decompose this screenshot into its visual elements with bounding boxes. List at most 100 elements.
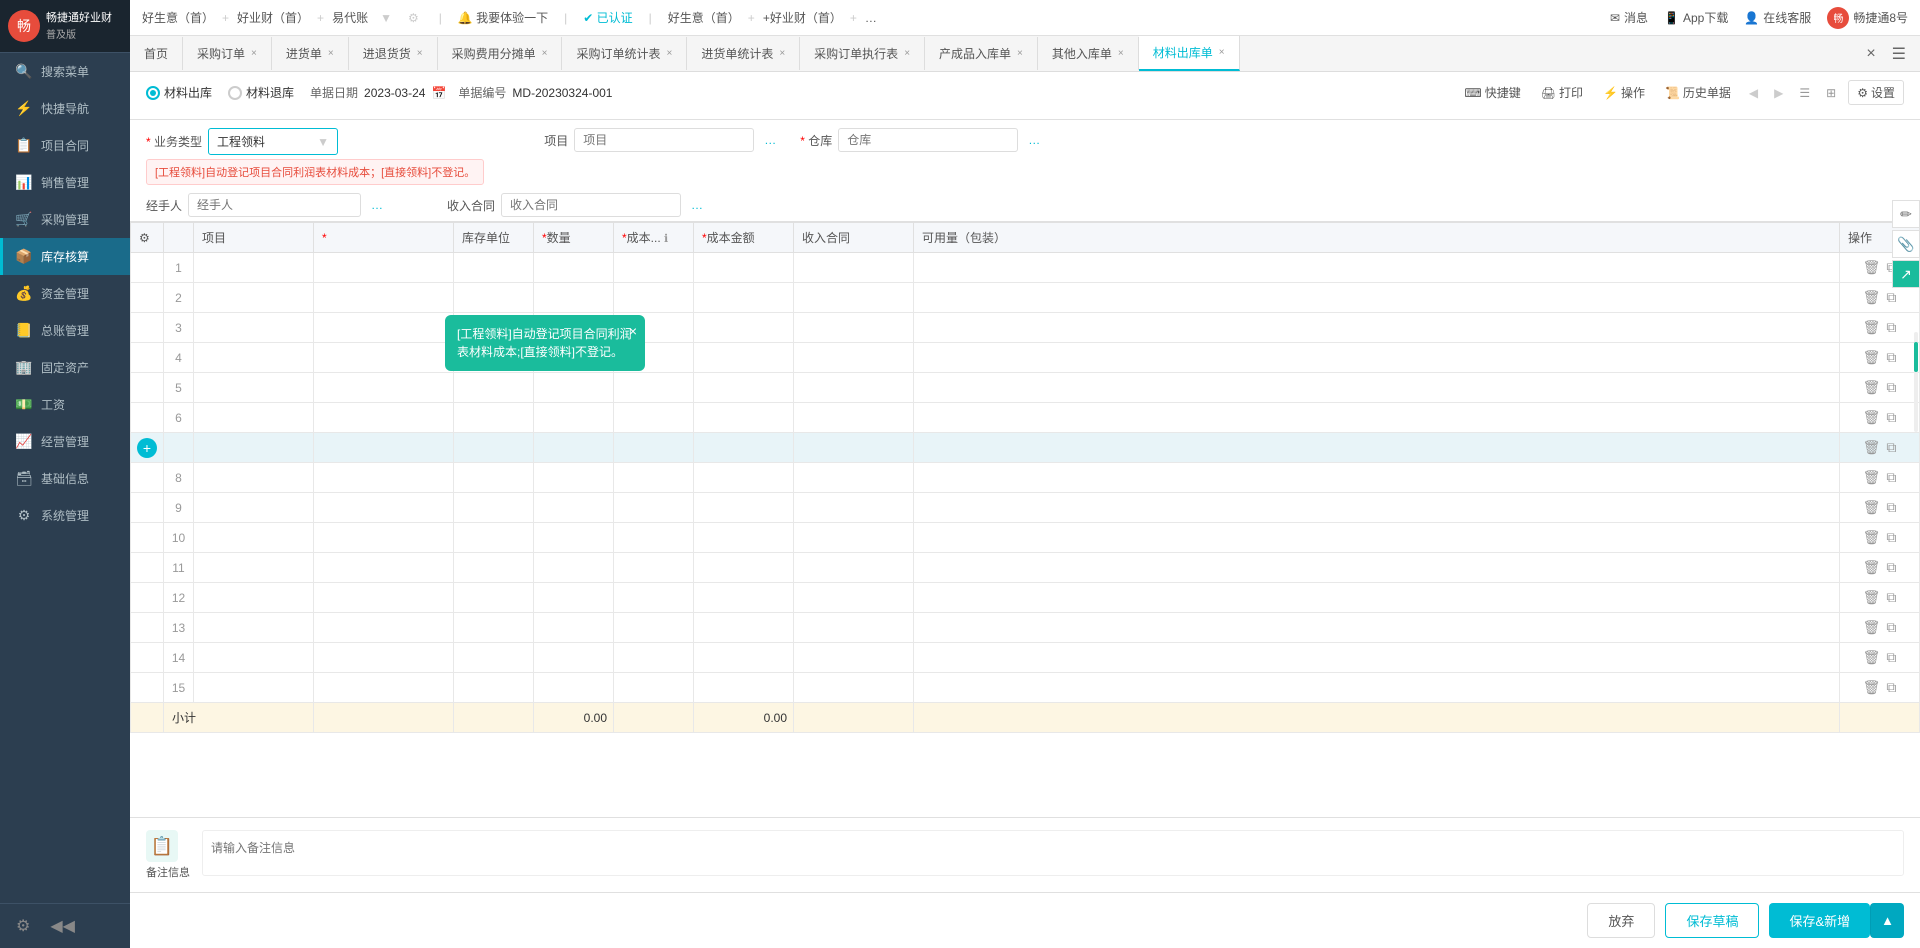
tab-stock-return[interactable]: 进退货货 × [349, 37, 438, 70]
copy-icon-9[interactable]: ⧉ [1886, 499, 1896, 516]
income-contract-dots-link[interactable]: … [687, 198, 707, 212]
sidebar-item-search[interactable]: 🔍 搜索菜单 [0, 53, 130, 90]
copy-icon-12[interactable]: ⧉ [1886, 589, 1896, 606]
delete-icon-6[interactable]: 🗑 [1863, 409, 1881, 426]
sidebar-collapse-btn[interactable]: ◀◀ [42, 912, 83, 940]
cell-qty-1[interactable] [534, 253, 614, 283]
tab-close-purchase-order[interactable]: × [251, 48, 257, 59]
tab-close-finished-goods[interactable]: × [1017, 48, 1023, 59]
right-icon-clip[interactable]: 📎 [1892, 230, 1920, 258]
nav-haoshengyi[interactable]: 好生意（首） [142, 9, 214, 26]
copy-icon-7[interactable]: ⧉ [1886, 439, 1896, 456]
project-input[interactable] [574, 128, 754, 152]
copy-icon-11[interactable]: ⧉ [1886, 559, 1896, 576]
tab-close-purchase-stats[interactable]: × [666, 48, 672, 59]
copy-icon-13[interactable]: ⧉ [1886, 619, 1896, 636]
project-dots-link[interactable]: … [760, 133, 780, 147]
warehouse-input[interactable] [838, 128, 1018, 152]
tab-close-stock-return[interactable]: × [417, 48, 423, 59]
cell-cost-amount-1[interactable] [694, 253, 794, 283]
nav-haoyecai[interactable]: 好业财（首） [237, 9, 309, 26]
copy-icon-3[interactable]: ⧉ [1886, 319, 1896, 336]
tab-purchase-expense[interactable]: 采购费用分摊单 × [438, 37, 563, 70]
sidebar-settings-btn[interactable]: ⚙ [8, 912, 38, 940]
add-row-button[interactable]: + [137, 438, 157, 458]
material-cell-input-7[interactable] [200, 441, 307, 455]
right-icon-external[interactable]: ↗ [1892, 260, 1920, 288]
delete-icon-14[interactable]: 🗑 [1863, 649, 1881, 666]
copy-icon-10[interactable]: ⧉ [1886, 529, 1896, 546]
sidebar-item-operation[interactable]: 📈 经营管理 [0, 423, 130, 460]
income-contract-input[interactable] [501, 193, 681, 217]
business-type-select[interactable]: 工程领料 ▼ [208, 128, 338, 155]
delete-icon-11[interactable]: 🗑 [1863, 559, 1881, 576]
handler-input[interactable] [188, 193, 361, 217]
delete-icon-5[interactable]: 🗑 [1863, 379, 1881, 396]
delete-icon-2[interactable]: 🗑 [1863, 289, 1881, 306]
cell-project-3[interactable] [194, 313, 314, 343]
delete-icon-13[interactable]: 🗑 [1863, 619, 1881, 636]
info-icon[interactable]: ℹ [664, 233, 668, 245]
tab-close-other-stock-in[interactable]: × [1118, 48, 1124, 59]
tab-purchase-order[interactable]: 采购订单 × [183, 37, 272, 70]
app-download-btn[interactable]: 📱 App下载 [1664, 9, 1728, 26]
print-btn[interactable]: 🖨 打印 [1535, 82, 1589, 103]
sidebar-item-system[interactable]: ⚙ 系统管理 [0, 497, 130, 534]
tab-finished-goods[interactable]: 产成品入库单 × [925, 37, 1038, 70]
sidebar-item-purchase[interactable]: 🛒 采购管理 [0, 201, 130, 238]
view-toggle-grid[interactable]: ⊞ [1826, 86, 1836, 100]
cell-edit-material-7[interactable] [194, 433, 314, 463]
sidebar-item-project[interactable]: 📋 项目合同 [0, 127, 130, 164]
cell-project-1[interactable] [194, 253, 314, 283]
calendar-icon[interactable]: 📅 [431, 86, 446, 100]
radio-material-out[interactable]: 材料出库 [146, 84, 212, 101]
tab-stock-stats[interactable]: 进货单统计表 × [687, 37, 800, 70]
cell-material-2[interactable] [314, 283, 454, 313]
copy-icon-2[interactable]: ⧉ [1886, 289, 1896, 306]
history-btn[interactable]: 📜 历史单据 [1659, 82, 1737, 103]
delete-icon-9[interactable]: 🗑 [1863, 499, 1881, 516]
cell-contract-1[interactable] [794, 253, 914, 283]
settings-button[interactable]: ⚙ 设置 [1848, 80, 1904, 105]
delete-icon-15[interactable]: 🗑 [1863, 679, 1881, 696]
tab-purchase-execution[interactable]: 采购订单执行表 × [800, 37, 925, 70]
delete-icon-8[interactable]: 🗑 [1863, 469, 1881, 486]
sidebar-item-assets[interactable]: 🏢 固定资产 [0, 349, 130, 386]
tab-purchase-stats[interactable]: 采购订单统计表 × [562, 37, 687, 70]
save-new-dropdown-btn[interactable]: ▲ [1870, 903, 1904, 938]
handler-dots-link[interactable]: … [367, 198, 387, 212]
right-icon-edit[interactable]: ✏ [1892, 200, 1920, 228]
radio-material-return[interactable]: 材料退库 [228, 84, 294, 101]
delete-icon-3[interactable]: 🗑 [1863, 319, 1881, 336]
cell-cost-amount-2[interactable] [694, 283, 794, 313]
copy-icon-5[interactable]: ⧉ [1886, 379, 1896, 396]
save-new-button[interactable]: 保存&新增 [1769, 903, 1870, 938]
nav-haoyecai2[interactable]: +好业财（首） [763, 9, 842, 26]
copy-icon-14[interactable]: ⧉ [1886, 649, 1896, 666]
sidebar-item-sales[interactable]: 📊 销售管理 [0, 164, 130, 201]
tab-close-purchase-expense[interactable]: × [542, 48, 548, 59]
project-cell-input-7[interactable] [170, 441, 187, 455]
copy-icon-4[interactable]: ⧉ [1886, 349, 1896, 366]
nav-more[interactable]: … [865, 11, 877, 25]
delete-icon-7[interactable]: 🗑 [1863, 439, 1881, 456]
sidebar-item-finance[interactable]: 💰 资金管理 [0, 275, 130, 312]
tab-material-out[interactable]: 材料出库单 × [1139, 36, 1240, 71]
cell-project-2[interactable] [194, 283, 314, 313]
message-btn[interactable]: ✉ 消息 [1610, 9, 1648, 26]
copy-icon-8[interactable]: ⧉ [1886, 469, 1896, 486]
doc-date-value[interactable]: 2023-03-24 [364, 86, 425, 100]
col-settings[interactable]: ⚙ [131, 223, 164, 253]
sidebar-item-inventory[interactable]: 📦 库存核算 [0, 238, 130, 275]
cell-material-1[interactable] [314, 253, 454, 283]
nav-yidaizhang[interactable]: 易代账 [332, 9, 368, 26]
sidebar-item-shortcut[interactable]: ⚡ 快捷导航 [0, 90, 130, 127]
view-toggle-list[interactable]: ☰ [1799, 86, 1810, 100]
tab-close-material-out[interactable]: × [1219, 47, 1225, 58]
cell-qty-2[interactable] [534, 283, 614, 313]
shortcut-key-btn[interactable]: ⌨ 快捷键 [1458, 82, 1526, 103]
tooltip-close-btn[interactable]: × [629, 321, 637, 342]
sidebar-item-salary[interactable]: 💵 工资 [0, 386, 130, 423]
copy-icon-6[interactable]: ⧉ [1886, 409, 1896, 426]
operation-btn[interactable]: ⚡ 操作 [1597, 82, 1651, 103]
